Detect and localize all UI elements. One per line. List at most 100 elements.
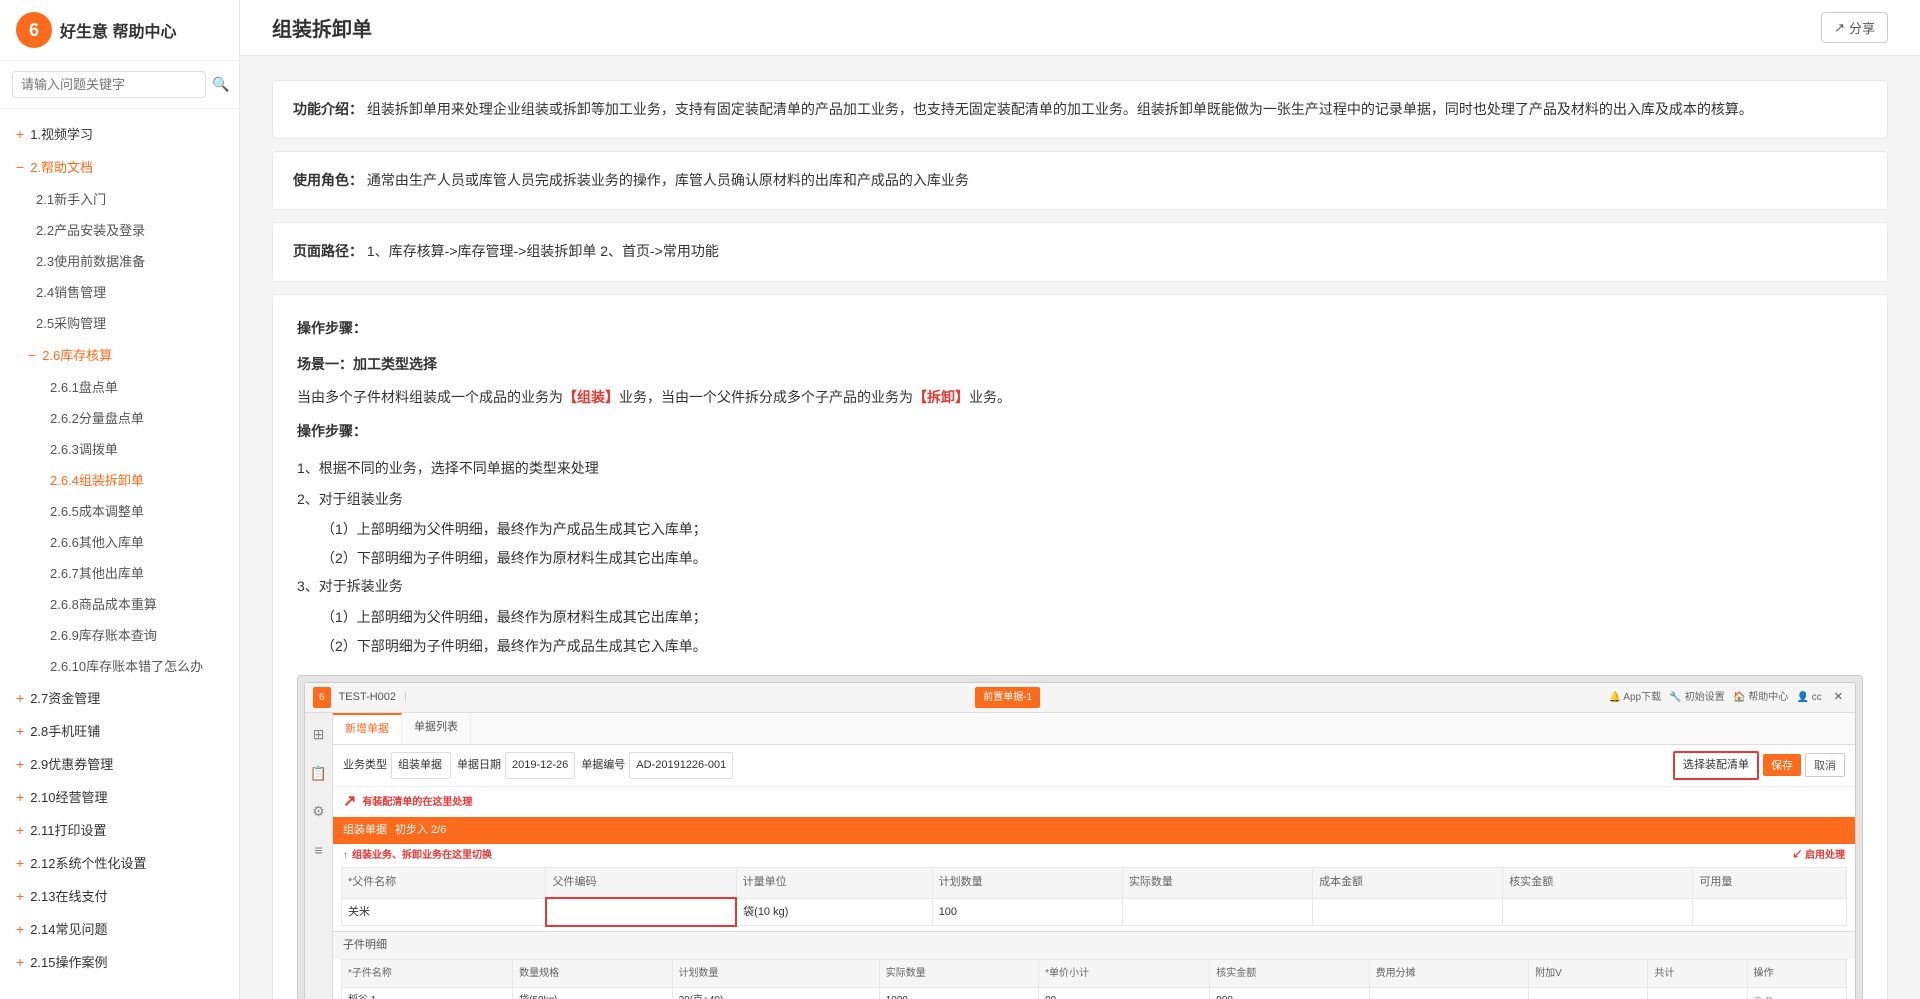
mock-field-id: 单据编号 AD-20191226-001: [581, 752, 733, 779]
mock-lower-col-spec: 数量规格: [513, 959, 672, 987]
mock-topbar-right: 🔔 App下载 🔧 初始设置 🏠 帮助中心 👤 cc: [1609, 688, 1822, 707]
mock-lower-col-planqty: 计划数量: [672, 959, 879, 987]
expand-icon: +: [16, 921, 24, 937]
sidebar-item-dataprepare[interactable]: 2.3使用前数据准备: [0, 245, 239, 276]
mock-close-icon[interactable]: ✕: [1830, 687, 1847, 708]
sidebar-item-cost-reset[interactable]: 2.6.8商品成本重算: [0, 588, 239, 619]
sidebar-item-label: 2.15操作案例: [30, 952, 107, 971]
sidebar-item-payment[interactable]: + 2.13在线支付: [0, 879, 239, 912]
mock-row-copy-icon[interactable]: ⊕: [1754, 995, 1762, 999]
mock-company-id: TEST-H002: [339, 687, 396, 708]
sidebar-item-inventory[interactable]: − 2.6库存核算: [0, 338, 239, 371]
mock-cancel-btn[interactable]: 取消: [1805, 753, 1845, 777]
expand-icon: +: [16, 756, 24, 772]
mock-col-code: 父件编码: [546, 868, 736, 898]
mock-preorder-btn[interactable]: 前置单据-1: [975, 687, 1040, 708]
sidebar-item-stocktake[interactable]: 2.6.1盘点单: [0, 371, 239, 402]
mock-cell-unit: 袋(10 kg): [736, 898, 932, 926]
mock-field-type-label: 业务类型: [343, 755, 387, 776]
scene1-title: 场景一：加工类型选择: [297, 351, 1863, 378]
sidebar-item-print[interactable]: + 2.11打印设置: [0, 813, 239, 846]
mock-id-input[interactable]: AD-20191226-001: [629, 752, 733, 779]
mock-upper-table-area: *父件名称 父件编码 计量单位 计划数量 实际数量 成本金额 核实金额: [333, 867, 1855, 931]
sidebar-item-other-out[interactable]: 2.6.7其他出库单: [0, 557, 239, 588]
expand-icon: +: [16, 126, 24, 142]
mock-tab-list[interactable]: 单据列表: [402, 713, 471, 744]
sidebar-item-install[interactable]: 2.2产品安装及登录: [0, 214, 239, 245]
step-2: 2、对于组装业务: [297, 486, 1863, 513]
mock-row-del-icon[interactable]: ⊗: [1765, 995, 1773, 999]
sidebar-item-label: 2.6库存核算: [42, 345, 112, 364]
sidebar-item-label: 2.8手机旺铺: [30, 721, 100, 740]
mock-lower-table: *子件名称 数量规格 计划数量 实际数量 *单价小计 核实金额 费用分摊: [341, 959, 1847, 999]
mock-col-available: 可用量: [1693, 868, 1847, 898]
step-3-2: （2）下部明细为子件明细，最终作为产成品生成其它入库单。: [297, 633, 1863, 660]
sidebar-item-cost-adj[interactable]: 2.6.5成本调整单: [0, 495, 239, 526]
steps-section: 操作步骤： 场景一：加工类型选择 当由多个子件材料组装成一个成品的业务为【组装】…: [272, 294, 1888, 999]
mock-subtoolbar: 组装单据 初步入 2/6: [333, 817, 1855, 844]
mock-side-icon-add: 📋: [310, 760, 327, 787]
search-input[interactable]: [12, 71, 206, 98]
mock-type-input[interactable]: 组装单据: [391, 752, 451, 779]
sidebar-item-customize[interactable]: + 2.12系统个性化设置: [0, 846, 239, 879]
expand-icon: +: [16, 723, 24, 739]
sidebar-item-label: 2.10经营管理: [30, 787, 107, 806]
sidebar-item-mobile[interactable]: + 2.8手机旺铺: [0, 714, 239, 747]
sidebar-item-cases[interactable]: + 2.15操作案例: [0, 945, 239, 978]
annotation-toggle-text: ↑ 组装业务、拆卸业务在这里切换 ↙ 启用处理: [333, 844, 1855, 867]
share-button[interactable]: ↗ 分享: [1821, 12, 1888, 43]
mock-field-id-label: 单据编号: [581, 755, 625, 776]
sidebar-item-finance[interactable]: + 2.7资金管理: [0, 681, 239, 714]
sidebar-item-inv-fix[interactable]: 2.6.10库存账本错了怎么办: [0, 650, 239, 681]
mock-toolbar1: 业务类型 组装单据 单据日期 2019-12-26 单据编号: [333, 745, 1855, 787]
sidebar-item-inv-ledger[interactable]: 2.6.9库存账本查询: [0, 619, 239, 650]
search-box: 🔍: [0, 61, 239, 109]
app-logo-icon: 6: [16, 12, 52, 48]
mock-lower-col-actualqty: 实际数量: [879, 959, 1038, 987]
mock-cell-available: [1693, 898, 1847, 926]
mock-tab-new[interactable]: 新增单据: [333, 713, 402, 744]
sidebar-item-label: 1.视频学习: [30, 124, 93, 143]
mock-col-cost: 成本金额: [1313, 868, 1503, 898]
mock-lower-col-name: *子件名称: [342, 959, 513, 987]
page-title: 组装拆卸单: [272, 13, 372, 42]
scene1-desc-text: 当由多个子件材料组装成一个成品的业务为【组装】业务，当由一个父件拆分成多个子产品…: [297, 389, 1011, 405]
main-content: 功能介绍： 组装拆卸单用来处理企业组装或拆卸等加工业务，支持有固定装配清单的产品…: [240, 56, 1920, 999]
mock-confirm-btn[interactable]: 保存: [1763, 754, 1801, 776]
mock-upper-table: *父件名称 父件编码 计量单位 计划数量 实际数量 成本金额 核实金额: [341, 867, 1847, 927]
sidebar-item-assembly[interactable]: 2.6.4组装拆卸单: [0, 464, 239, 495]
func-intro-text: 组装拆卸单用来处理企业组装或拆卸等加工业务，支持有固定装配清单的产品加工业务，也…: [367, 101, 1753, 117]
sidebar-item-purchase[interactable]: 2.5采购管理: [0, 307, 239, 338]
mock-side-icon-home: ⊞: [313, 721, 325, 748]
sidebar-item-label: 2.7资金管理: [30, 688, 100, 707]
sidebar-item-newuser[interactable]: 2.1新手入门: [0, 183, 239, 214]
step-2-1: （1）上部明细为父件明细，最终作为产成品生成其它入库单；: [297, 516, 1863, 543]
sidebar-item-faq[interactable]: + 2.14常见问题: [0, 912, 239, 945]
sidebar-item-partial-stocktake[interactable]: 2.6.2分量盘点单: [0, 402, 239, 433]
sidebar-item-transfer[interactable]: 2.6.3调拨单: [0, 433, 239, 464]
sidebar-item-operations[interactable]: + 2.10经营管理: [0, 780, 239, 813]
sidebar-header: 6 好生意 帮助中心: [0, 0, 239, 61]
search-icon[interactable]: 🔍: [212, 76, 229, 93]
role-label: 使用角色：: [293, 172, 363, 188]
step-list: 1、根据不同的业务，选择不同单据的类型来处理 2、对于组装业务 （1）上部明细为…: [297, 455, 1863, 659]
sidebar-item-coupon[interactable]: + 2.9优惠券管理: [0, 747, 239, 780]
sidebar-item-help-docs[interactable]: − 2.帮助文档: [0, 150, 239, 183]
mock-side-icon-gear: ⚙: [312, 798, 325, 825]
mock-cell-code: [546, 898, 736, 926]
table-row: 稻谷 1 袋(50kg) 20(克+40) 1000 80 900: [342, 987, 1847, 999]
main-header: 组装拆卸单 ↗ 分享: [240, 0, 1920, 56]
mock-col-unit: 计量单位: [736, 868, 932, 898]
sidebar-item-other-in[interactable]: 2.6.6其他入库单: [0, 526, 239, 557]
sidebar-item-label: 2.12系统个性化设置: [30, 853, 146, 872]
sidebar-item-sales[interactable]: 2.4销售管理: [0, 276, 239, 307]
share-icon: ↗: [1834, 20, 1845, 36]
ops-title: 操作步骤：: [297, 315, 1863, 342]
expand-icon: +: [16, 855, 24, 871]
sidebar: 6 好生意 帮助中心 🔍 + 1.视频学习 − 2.帮助文档 2.1新手入门 2…: [0, 0, 240, 999]
mock-col-actual-qty: 实际数量: [1122, 868, 1312, 898]
mock-date-input[interactable]: 2019-12-26: [505, 752, 575, 779]
mock-assembly-list-btn[interactable]: 选择装配清单: [1673, 751, 1759, 780]
sidebar-item-video[interactable]: + 1.视频学习: [0, 117, 239, 150]
expand-icon: +: [16, 822, 24, 838]
